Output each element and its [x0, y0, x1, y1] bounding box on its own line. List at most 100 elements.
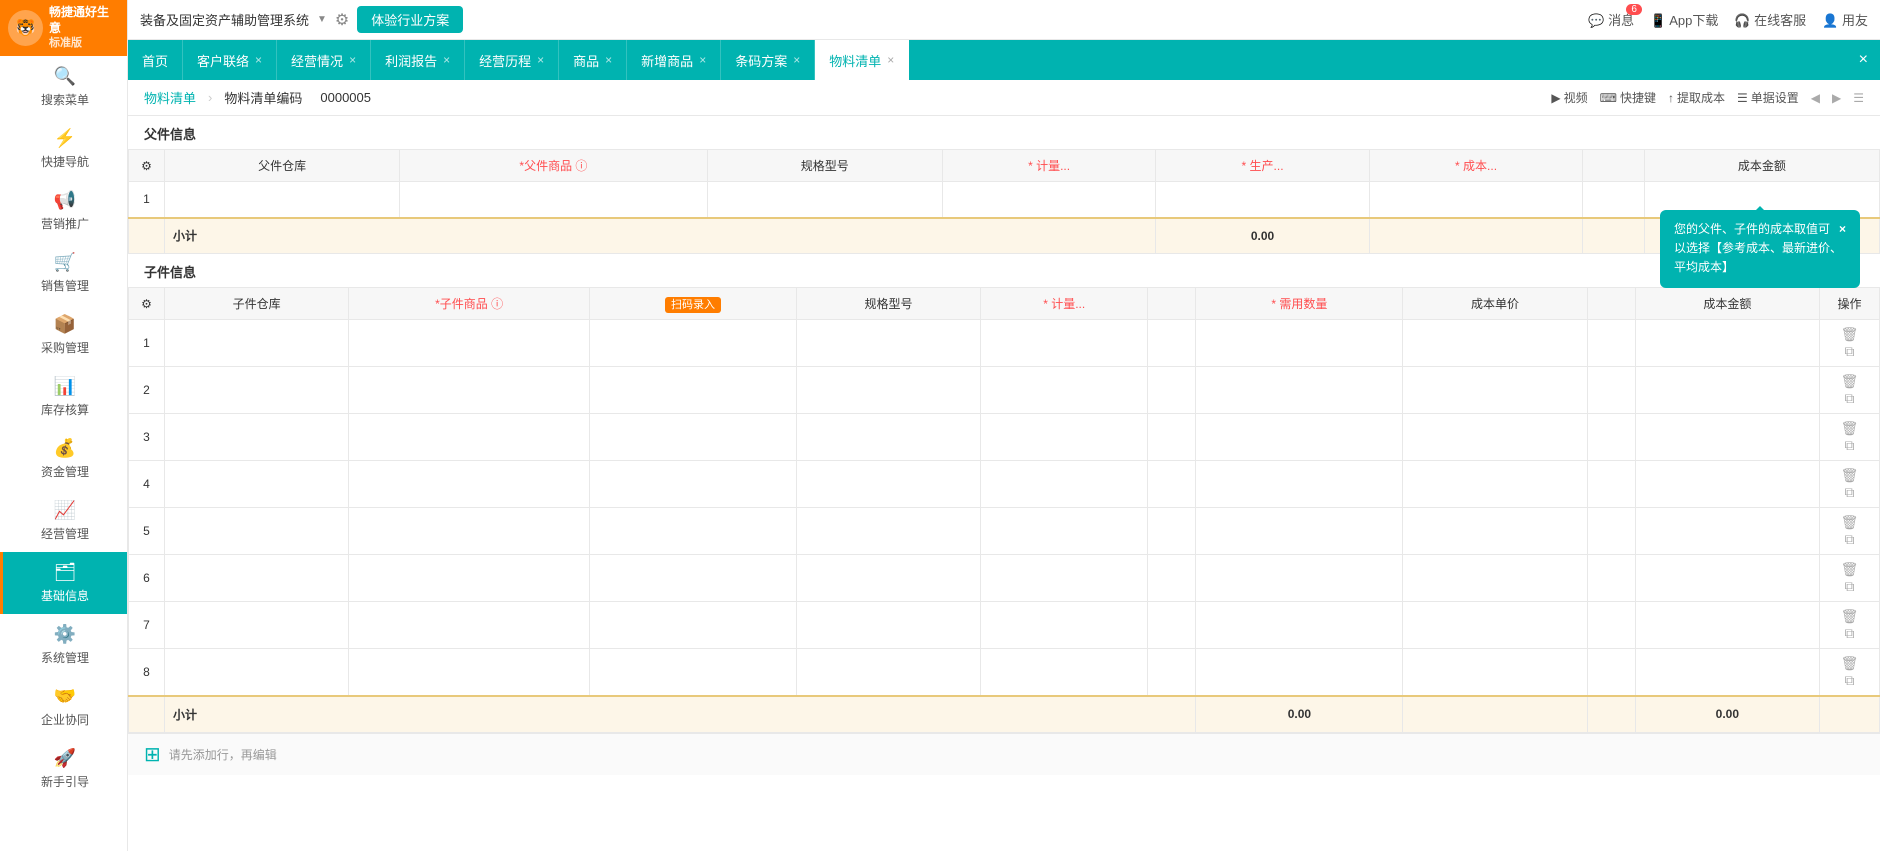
chart-icon: 📊	[54, 376, 76, 397]
parent-row-1-num: 1	[129, 182, 165, 218]
child-row-2-actions: 🗑 ⧉	[1820, 367, 1880, 414]
sidebar-item-marketing[interactable]: 📢 营销推广	[0, 180, 127, 242]
child-col-unit-cost: 成本单价	[1403, 288, 1587, 320]
copy-row-6-button[interactable]: ⧉	[1845, 578, 1855, 594]
child-section-title: 子件信息	[128, 254, 1880, 287]
parent-col-amount: 成本金额	[1644, 150, 1879, 182]
parent-col-unit: * 计量...	[942, 150, 1155, 182]
delete-row-1-button[interactable]: 🗑	[1841, 326, 1859, 342]
child-row-1-qty[interactable]	[1196, 320, 1403, 367]
tab-new-product-close[interactable]: ×	[699, 53, 706, 67]
tab-new-product[interactable]: 新增商品 ×	[627, 40, 721, 80]
child-row-1-unit-cost[interactable]	[1403, 320, 1587, 367]
tab-barcode-close[interactable]: ×	[793, 53, 800, 67]
app-download-link[interactable]: 📱 App下载	[1650, 10, 1718, 29]
sidebar-item-inventory[interactable]: 📊 库存核算	[0, 366, 127, 428]
sidebar-item-search[interactable]: 🔍 搜索菜单	[0, 56, 127, 118]
parent-row-1-product[interactable]	[400, 182, 708, 218]
tab-profit-close[interactable]: ×	[443, 53, 450, 67]
cart-icon: 🛒	[54, 252, 76, 273]
parent-row-1-cost[interactable]	[1369, 182, 1582, 218]
sidebar-item-basic-info[interactable]: 🗂 基础信息	[0, 552, 127, 614]
parent-subtotal-label	[129, 218, 165, 254]
sidebar-item-collaboration[interactable]: 🤝 企业协同	[0, 676, 127, 738]
sidebar-item-purchase[interactable]: 📦 采购管理	[0, 304, 127, 366]
dropdown-arrow-icon[interactable]: ▼	[317, 14, 327, 25]
delete-row-7-button[interactable]: 🗑	[1841, 608, 1859, 624]
parent-col-cost: * 成本...	[1369, 150, 1582, 182]
tab-customer[interactable]: 客户联络 ×	[183, 40, 277, 80]
sidebar-item-nav[interactable]: ⚡ 快捷导航	[0, 118, 127, 180]
shortcut-button[interactable]: ⌨ 快捷键	[1600, 89, 1656, 106]
tab-profit[interactable]: 利润报告 ×	[371, 40, 465, 80]
settings2-icon: ☰	[1737, 91, 1748, 105]
parent-col-settings[interactable]: ⚙	[129, 150, 165, 182]
trending-icon: 📈	[54, 500, 76, 521]
tab-product[interactable]: 商品 ×	[559, 40, 627, 80]
parent-col-empty	[1583, 150, 1644, 182]
delete-row-8-button[interactable]: 🗑	[1841, 655, 1859, 671]
child-row-1-warehouse[interactable]	[165, 320, 349, 367]
sidebar-item-tutorial[interactable]: 🚀 新手引导	[0, 738, 127, 800]
message-icon: 💬	[1588, 13, 1604, 28]
nav-next-button[interactable]: ▶	[1832, 91, 1841, 105]
delete-row-5-button[interactable]: 🗑	[1841, 514, 1859, 530]
breadcrumb-parent[interactable]: 物料清单	[144, 88, 196, 107]
parent-subtotal-empty1	[1369, 218, 1582, 254]
child-col-spec: 规格型号	[796, 288, 980, 320]
tab-history-close[interactable]: ×	[537, 53, 544, 67]
child-row-1-spec[interactable]	[796, 320, 980, 367]
copy-row-8-button[interactable]: ⧉	[1845, 672, 1855, 688]
trial-button[interactable]: 体验行业方案	[357, 6, 463, 33]
sidebar-item-system[interactable]: ⚙️ 系统管理	[0, 614, 127, 676]
tab-operations[interactable]: 经营情况 ×	[277, 40, 371, 80]
keyboard-icon: ⌨	[1600, 91, 1617, 105]
child-table: ⚙ 子件仓库 *子件商品 ⓘ 扫码录入 规格型号 * 计量... * 需用数量 …	[128, 287, 1880, 733]
view-button[interactable]: ▶ 视频	[1551, 89, 1587, 106]
delete-row-3-button[interactable]: 🗑	[1841, 420, 1859, 436]
child-row-1-amount	[1635, 320, 1819, 367]
online-service-link[interactable]: 🎧 在线客服	[1734, 10, 1806, 29]
sidebar-item-sales[interactable]: 🛒 销售管理	[0, 242, 127, 304]
copy-row-2-button[interactable]: ⧉	[1845, 390, 1855, 406]
child-row-1-product[interactable]	[349, 320, 590, 367]
parent-row-1-warehouse[interactable]	[165, 182, 400, 218]
tab-operations-close[interactable]: ×	[349, 53, 356, 67]
user-menu[interactable]: 👤 用友	[1822, 10, 1868, 29]
delete-row-4-button[interactable]: 🗑	[1841, 467, 1859, 483]
copy-row-4-button[interactable]: ⧉	[1845, 484, 1855, 500]
tab-history[interactable]: 经营历程 ×	[465, 40, 559, 80]
parent-row-1-production[interactable]	[1156, 182, 1369, 218]
copy-row-7-button[interactable]: ⧉	[1845, 625, 1855, 641]
tab-bom-close[interactable]: ×	[887, 53, 894, 67]
child-col-settings[interactable]: ⚙	[129, 288, 165, 320]
child-subtotal-row: 小计 0.00 0.00	[129, 696, 1880, 732]
tab-barcode[interactable]: 条码方案 ×	[721, 40, 815, 80]
delete-row-2-button[interactable]: 🗑	[1841, 373, 1859, 389]
copy-row-1-button[interactable]: ⧉	[1845, 343, 1855, 359]
child-col-scan[interactable]: 扫码录入	[590, 288, 797, 320]
child-row-1-unit[interactable]	[981, 320, 1148, 367]
tab-customer-close[interactable]: ×	[255, 53, 262, 67]
single-settings-button[interactable]: ☰ 单据设置	[1737, 89, 1799, 106]
add-row-button[interactable]: ⊞	[144, 742, 161, 767]
global-close-button[interactable]: ×	[1847, 51, 1880, 69]
delete-row-6-button[interactable]: 🗑	[1841, 561, 1859, 577]
settings-icon[interactable]: ⚙	[335, 10, 349, 30]
tab-bom[interactable]: 物料清单 ×	[815, 40, 909, 80]
sidebar-item-finance[interactable]: 💰 资金管理	[0, 428, 127, 490]
tooltip-close-button[interactable]: ×	[1839, 220, 1846, 239]
tab-product-close[interactable]: ×	[605, 53, 612, 67]
copy-row-5-button[interactable]: ⧉	[1845, 531, 1855, 547]
sidebar-item-operations[interactable]: 📈 经营管理	[0, 490, 127, 552]
grid-view-button[interactable]: ☰	[1853, 91, 1864, 105]
child-row-1-scan[interactable]	[590, 320, 797, 367]
child-row-7: 7 🗑 ⧉	[129, 602, 1880, 649]
tab-home[interactable]: 首页	[128, 40, 183, 80]
nav-prev-button[interactable]: ◀	[1811, 91, 1820, 105]
parent-row-1-unit[interactable]	[942, 182, 1155, 218]
copy-row-3-button[interactable]: ⧉	[1845, 437, 1855, 453]
extract-cost-button[interactable]: ↑ 提取成本	[1668, 89, 1725, 106]
parent-row-1-spec[interactable]	[707, 182, 942, 218]
message-badge[interactable]: 💬 消息 6	[1588, 10, 1634, 29]
